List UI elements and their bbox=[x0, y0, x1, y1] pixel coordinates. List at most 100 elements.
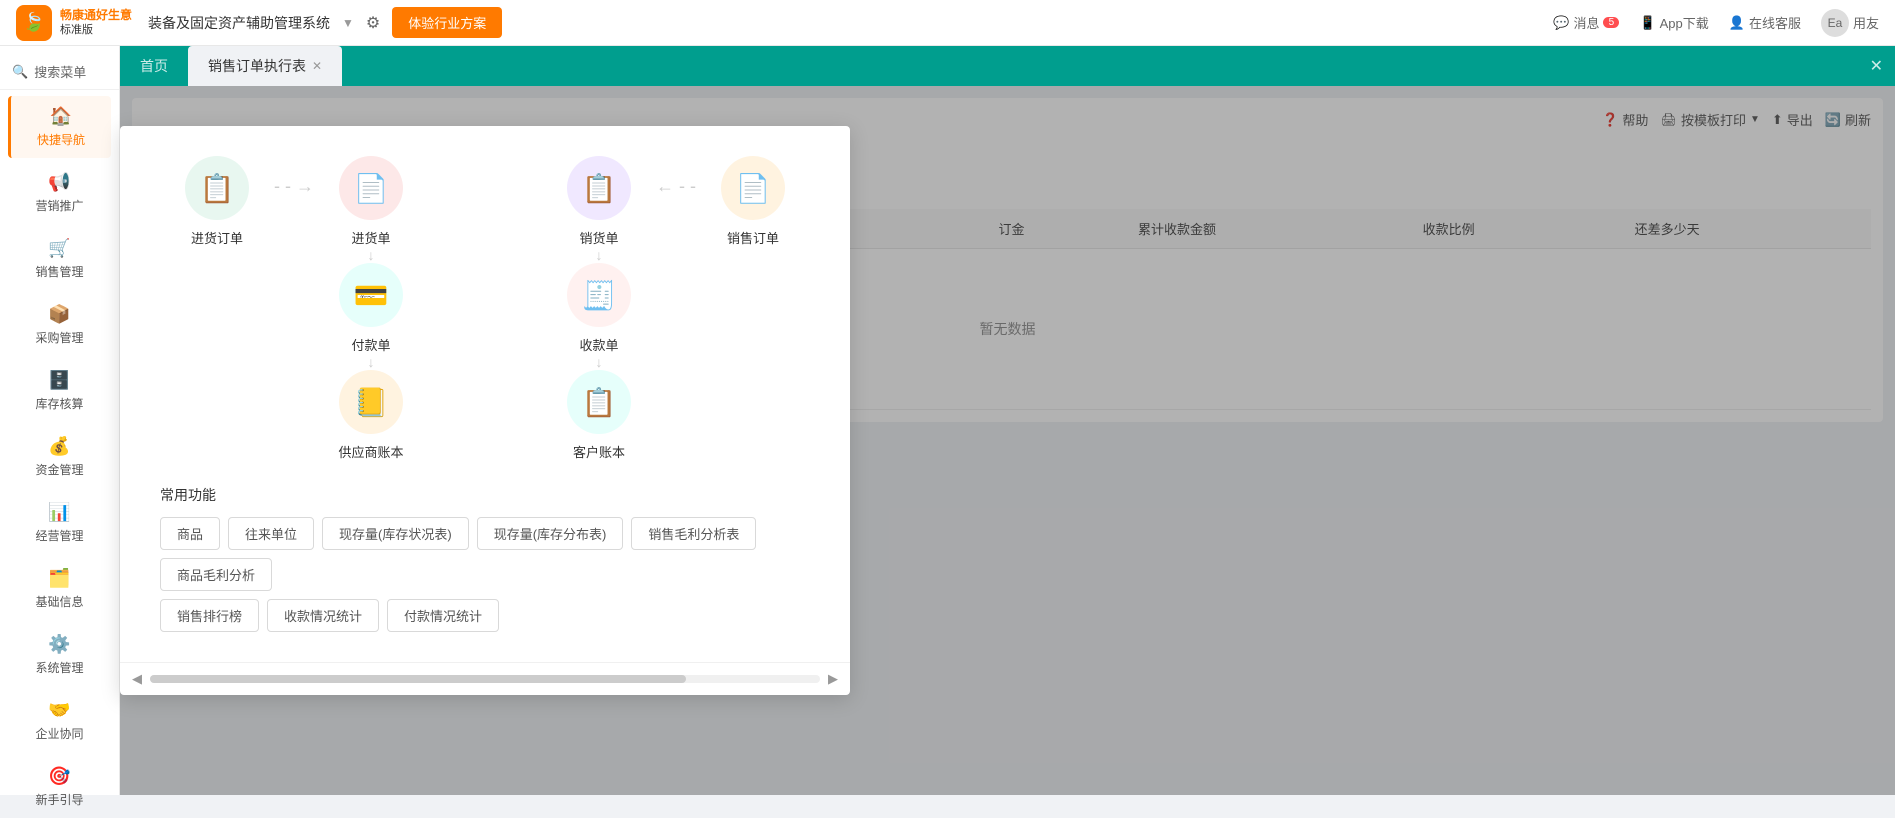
search-menu-label: 搜索菜单 bbox=[34, 62, 86, 81]
func-btn-stock-status[interactable]: 现存量(库存状况表) bbox=[322, 517, 469, 550]
receipt-circle[interactable]: 🧾 bbox=[567, 263, 631, 327]
scroll-left-arrow[interactable]: ◀ bbox=[132, 671, 142, 687]
payment-circle[interactable]: 💳 bbox=[339, 263, 403, 327]
sales-bill-circle[interactable]: 📋 bbox=[567, 156, 631, 220]
sidebar-item-basic[interactable]: 🗂️ 基础信息 bbox=[8, 558, 111, 620]
purchase-order-circle[interactable]: 📋 bbox=[185, 156, 249, 220]
system-icon: ⚙️ bbox=[48, 634, 70, 655]
sidebar-item-sales[interactable]: 🛒 销售管理 bbox=[8, 228, 111, 290]
sidebar-label-guide: 新手引导 bbox=[35, 791, 83, 808]
flow-item-payment: 💳 付款单 bbox=[314, 263, 428, 354]
message-label: 消息 bbox=[1573, 13, 1599, 32]
tab-sales-order-label: 销售订单执行表 bbox=[208, 56, 306, 76]
tab-home[interactable]: 首页 bbox=[120, 46, 188, 86]
message-item[interactable]: 💬 消息 5 bbox=[1553, 13, 1619, 32]
settings-icon[interactable]: ⚙ bbox=[366, 13, 380, 33]
scroll-right-arrow[interactable]: ▶ bbox=[828, 671, 838, 687]
user-initial: Ea bbox=[1828, 16, 1843, 30]
sales-order-circle[interactable]: 📄 bbox=[721, 156, 785, 220]
top-header: 🍃 畅康通好生意 标准版 装备及固定资产辅助管理系统 ▼ ⚙ 体验行业方案 💬 … bbox=[0, 0, 1895, 46]
flow-row-3: 📒 供应商账本 📋 客户账本 bbox=[160, 370, 810, 461]
sidebar-item-quick-nav[interactable]: 🏠 快捷导航 bbox=[8, 96, 111, 158]
purchase-bill-circle[interactable]: 📄 bbox=[339, 156, 403, 220]
sidebar-item-inventory[interactable]: 🗄️ 库存核算 bbox=[8, 360, 111, 422]
logo-icon: 🍃 bbox=[16, 5, 52, 41]
supplier-ledger-circle[interactable]: 📒 bbox=[339, 370, 403, 434]
supplier-ledger-label: 供应商账本 bbox=[338, 442, 403, 461]
flow-item-customer-ledger: 📋 客户账本 bbox=[542, 370, 656, 461]
func-btn-goods-profit[interactable]: 商品毛利分析 bbox=[160, 558, 272, 591]
customer-ledger-label: 客户账本 bbox=[573, 442, 625, 461]
logo-area: 🍃 畅康通好生意 标准版 bbox=[16, 5, 136, 41]
sidebar-item-cooperation[interactable]: 🤝 企业协同 bbox=[8, 690, 111, 752]
sidebar-item-marketing[interactable]: 📢 营销推广 bbox=[8, 162, 111, 224]
system-title: 装备及固定资产辅助管理系统 bbox=[148, 13, 330, 33]
search-menu[interactable]: 🔍 搜索菜单 bbox=[0, 54, 119, 90]
func-btn-payment-stats[interactable]: 付款情况统计 bbox=[387, 599, 499, 632]
flow-item-sales-bill: 📋 销货单 bbox=[542, 156, 656, 247]
message-badge: 5 bbox=[1603, 17, 1619, 28]
sidebar-item-system[interactable]: ⚙️ 系统管理 bbox=[8, 624, 111, 686]
tab-sales-order[interactable]: 销售订单执行表 ✕ bbox=[188, 46, 342, 86]
arrow-down-row-2: ↓ ↓ bbox=[160, 354, 810, 370]
common-functions: 常用功能 商品 往来单位 现存量(库存状况表) 现存量(库存分布表) 销售毛利分… bbox=[160, 485, 810, 632]
flow-row-2: 💳 付款单 🧾 收款单 bbox=[160, 263, 810, 354]
arrow-down-row: ↓ ↓ bbox=[160, 247, 810, 263]
right-arrow-icon-1: - - → bbox=[274, 176, 314, 197]
modal-dialog: 📋 进货订单 - - → 📄 进货单 bbox=[120, 126, 850, 695]
sidebar-label-quick-nav: 快捷导航 bbox=[37, 131, 85, 148]
sidebar-label-purchase: 采购管理 bbox=[35, 329, 83, 346]
sidebar-label-inventory: 库存核算 bbox=[35, 395, 83, 412]
online-service-item[interactable]: 👤 在线客服 bbox=[1729, 13, 1801, 32]
flow-item-sales-order: 📄 销售订单 bbox=[696, 156, 810, 247]
sidebar-label-basic: 基础信息 bbox=[35, 593, 83, 610]
payment-label: 付款单 bbox=[351, 335, 390, 354]
flow-row-1: 📋 进货订单 - - → 📄 进货单 bbox=[160, 156, 810, 247]
dropdown-icon[interactable]: ▼ bbox=[342, 16, 354, 30]
func-btn-receipt-stats[interactable]: 收款情况统计 bbox=[267, 599, 379, 632]
modal-body: 📋 进货订单 - - → 📄 进货单 bbox=[120, 126, 850, 662]
func-btn-goods[interactable]: 商品 bbox=[160, 517, 220, 550]
close-all-tabs[interactable]: ✕ bbox=[1858, 56, 1895, 76]
user-avatar: Ea bbox=[1821, 9, 1849, 37]
flow-item-purchase-bill: 📄 进货单 bbox=[314, 156, 428, 247]
tab-close-icon[interactable]: ✕ bbox=[312, 59, 322, 73]
finance-icon: 💰 bbox=[48, 436, 70, 457]
sidebar-item-business[interactable]: 📊 经营管理 bbox=[8, 492, 111, 554]
sidebar-label-sales: 销售管理 bbox=[35, 263, 83, 280]
sidebar-item-finance[interactable]: 💰 资金管理 bbox=[8, 426, 111, 488]
sidebar-label-marketing: 营销推广 bbox=[35, 197, 83, 214]
phone-icon: 📱 bbox=[1639, 15, 1655, 31]
sales-icon: 🛒 bbox=[48, 238, 70, 259]
home-icon: 🏠 bbox=[50, 106, 72, 127]
scrollbar-thumb bbox=[150, 675, 686, 683]
function-buttons-2: 销售排行榜 收款情况统计 付款情况统计 bbox=[160, 599, 810, 632]
search-icon: 🔍 bbox=[12, 64, 28, 80]
business-icon: 📊 bbox=[48, 502, 70, 523]
sidebar-item-purchase[interactable]: 📦 采购管理 bbox=[8, 294, 111, 356]
flow-item-supplier-ledger: 📒 供应商账本 bbox=[314, 370, 428, 461]
user-label: 用友 bbox=[1853, 13, 1879, 32]
func-btn-sales-ranking[interactable]: 销售排行榜 bbox=[160, 599, 259, 632]
func-btn-contacts[interactable]: 往来单位 bbox=[228, 517, 314, 550]
inventory-icon: 🗄️ bbox=[48, 370, 70, 391]
guide-icon: 🎯 bbox=[48, 766, 70, 787]
inner-content: ❓ 帮助 🖨 按模板打印 ▼ ⬆ 导出 🔄 刷新 bbox=[120, 86, 1895, 795]
customer-ledger-circle[interactable]: 📋 bbox=[567, 370, 631, 434]
experience-button[interactable]: 体验行业方案 bbox=[392, 7, 502, 38]
purchase-bill-label: 进货单 bbox=[351, 228, 390, 247]
brand-name: 畅康通好生意 bbox=[60, 8, 132, 24]
main-layout: 🔍 搜索菜单 🏠 快捷导航 📢 营销推广 🛒 销售管理 📦 采购管理 🗄️ 库存… bbox=[0, 46, 1895, 795]
func-btn-stock-dist[interactable]: 现存量(库存分布表) bbox=[477, 517, 624, 550]
down-arrow-sales: ↓ bbox=[542, 247, 656, 263]
user-item[interactable]: Ea 用友 bbox=[1821, 9, 1879, 37]
service-icon: 👤 bbox=[1729, 15, 1745, 31]
down-arrow-payment: ↓ bbox=[314, 354, 428, 370]
app-download-item[interactable]: 📱 App下载 bbox=[1639, 13, 1708, 32]
func-btn-sales-profit[interactable]: 销售毛利分析表 bbox=[631, 517, 756, 550]
flow-diagram: 📋 进货订单 - - → 📄 进货单 bbox=[160, 156, 810, 461]
sidebar-label-cooperation: 企业协同 bbox=[35, 725, 83, 742]
modal-scrollbar: ◀ ▶ bbox=[120, 662, 850, 695]
brand-sub: 标准版 bbox=[60, 23, 132, 37]
sidebar-item-guide[interactable]: 🎯 新手引导 bbox=[8, 756, 111, 818]
